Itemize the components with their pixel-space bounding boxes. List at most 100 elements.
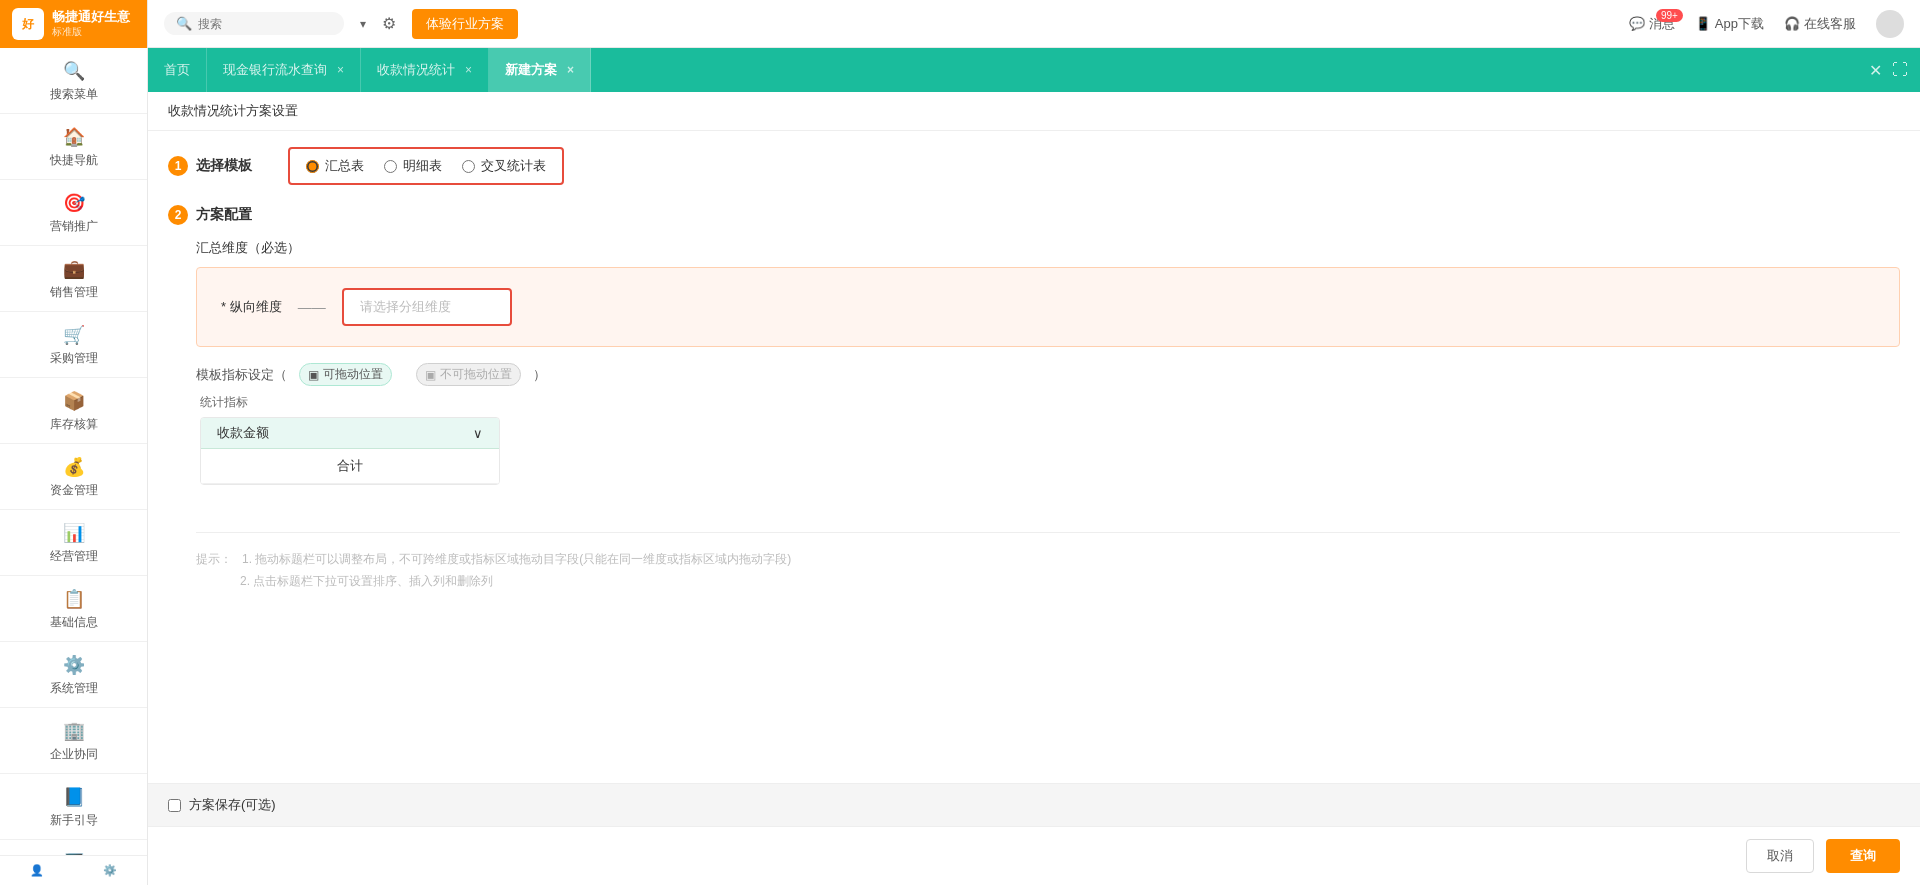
message-badge: 99+ [1656, 9, 1683, 22]
sidebar-nav: 🔍 搜索菜单 🏠 快捷导航 🎯 营销推广 💼 销售管理 🛒 采购管理 📦 库存核… [0, 48, 147, 855]
metrics-header-label: 收款金额 [217, 424, 269, 442]
tips-content-2: 2. 点击标题栏下拉可设置排序、插入列和删除列 [240, 574, 493, 588]
metrics-total-row: 合计 [201, 449, 499, 484]
sidebar-label-search: 搜索菜单 [50, 86, 98, 103]
sidebar-label-home: 快捷导航 [50, 152, 98, 169]
sidebar: 好 畅捷通好生意 标准版 🔍 搜索菜单 🏠 快捷导航 🎯 营销推广 💼 销售管理… [0, 0, 148, 885]
sidebar-item-sales[interactable]: 💼 销售管理 [0, 246, 147, 312]
tips-line2: 2. 点击标题栏下拉可设置排序、插入列和删除列 [240, 571, 1900, 593]
tab-new-plan-close[interactable]: × [567, 63, 574, 77]
sidebar-logo: 好 畅捷通好生意 标准版 [0, 0, 147, 48]
tips-prefix: 提示： [196, 552, 239, 566]
dropdown-arrow-icon[interactable]: ▾ [360, 17, 366, 31]
tab-home[interactable]: 首页 [148, 48, 207, 92]
service-icon: 🎧 [1784, 16, 1800, 31]
tab-collection-stats[interactable]: 收款情况统计 × [361, 48, 489, 92]
query-button[interactable]: 查询 [1826, 839, 1900, 873]
logo-text-block: 畅捷通好生意 标准版 [52, 9, 130, 39]
sidebar-item-system[interactable]: ⚙️ 系统管理 [0, 642, 147, 708]
form-area: 1 选择模板 汇总表 明细表 交叉统计表 [148, 131, 1920, 783]
non-draggable-tag-label: 不可拖动位置 [440, 366, 512, 383]
topbar-online-service[interactable]: 🎧 在线客服 [1784, 15, 1856, 33]
gear-icon[interactable]: ⚙ [382, 14, 396, 33]
radio-cross-label: 交叉统计表 [481, 157, 546, 175]
sidebar-item-home[interactable]: 🏠 快捷导航 [0, 114, 147, 180]
home-icon: 🏠 [63, 126, 85, 148]
sidebar-item-operations[interactable]: 📊 经营管理 [0, 510, 147, 576]
sidebar-label-basics: 基础信息 [50, 614, 98, 631]
metrics-config-label: 模板指标设定（ [196, 366, 287, 384]
settings-footer-icon: ⚙️ [103, 864, 117, 877]
system-icon: ⚙️ [63, 654, 85, 676]
sidebar-label-inventory: 库存核算 [50, 416, 98, 433]
non-draggable-tag: ▣ 不可拖动位置 [416, 363, 521, 386]
online-service-label: 在线客服 [1804, 15, 1856, 33]
radio-summary-input[interactable] [306, 160, 319, 173]
section2-header: 2 方案配置 [168, 205, 1900, 225]
tab-collection-stats-close[interactable]: × [465, 63, 472, 77]
metrics-table: 收款金额 ∨ 合计 [200, 417, 500, 485]
dimension-select-box[interactable]: 请选择分组维度 [342, 288, 512, 326]
tab-new-plan-label: 新建方案 [505, 61, 557, 79]
purchase-icon: 🛒 [63, 324, 85, 346]
save-section: 方案保存(可选) [148, 783, 1920, 826]
tabbar: 首页 现金银行流水查询 × 收款情况统计 × 新建方案 × ✕ ⛶ [148, 48, 1920, 92]
section1-number: 1 [168, 156, 188, 176]
sales-icon: 💼 [63, 258, 85, 280]
main-area: 🔍 ▾ ⚙ 体验行业方案 💬 消息 99+ 📱 App下载 🎧 在线客服 [148, 0, 1920, 885]
tips-divider [196, 532, 1900, 533]
sidebar-footer-settings[interactable]: ⚙️ [103, 864, 117, 877]
topbar-message[interactable]: 💬 消息 99+ [1629, 15, 1675, 33]
radio-detail[interactable]: 明细表 [384, 157, 442, 175]
sidebar-item-marketing[interactable]: 🎯 营销推广 [0, 180, 147, 246]
sidebar-item-purchase[interactable]: 🛒 采购管理 [0, 312, 147, 378]
logo-name: 畅捷通好生意 [52, 9, 130, 25]
radio-cross-input[interactable] [462, 160, 475, 173]
guide-icon: 📘 [63, 786, 85, 808]
metrics-table-container: 统计指标 收款金额 ∨ 合计 [196, 394, 1900, 488]
tab-cash-bank-label: 现金银行流水查询 [223, 61, 327, 79]
sidebar-item-inventory[interactable]: 📦 库存核算 [0, 378, 147, 444]
tips-line1: 提示： 1. 拖动标题栏可以调整布局，不可跨维度或指标区域拖动目字段(只能在同一… [196, 549, 1900, 571]
sidebar-label-operations: 经营管理 [50, 548, 98, 565]
sidebar-item-search[interactable]: 🔍 搜索菜单 [0, 48, 147, 114]
tips-content-1: 1. 拖动标题栏可以调整布局，不可跨维度或指标区域拖动目字段(只能在同一维度或指… [242, 552, 791, 566]
metrics-config-suffix: ） [533, 366, 546, 384]
radio-cross[interactable]: 交叉统计表 [462, 157, 546, 175]
sidebar-item-guide[interactable]: 📘 新手引导 [0, 774, 147, 840]
vertical-dimension-label: * 纵向维度 [221, 298, 282, 316]
search-input[interactable] [198, 17, 328, 31]
draggable-tag-label: 可拖动位置 [323, 366, 383, 383]
topbar-right: 💬 消息 99+ 📱 App下载 🎧 在线客服 [1629, 10, 1904, 38]
maximize-icon[interactable]: ⛶ [1892, 61, 1908, 79]
cancel-button[interactable]: 取消 [1746, 839, 1814, 873]
metrics-label-row: 模板指标设定（ ▣ 可拖动位置 ▣ 不可拖动位置 ） [196, 363, 1900, 386]
topbar-search-box[interactable]: 🔍 [164, 12, 344, 35]
sidebar-item-basics[interactable]: 📋 基础信息 [0, 576, 147, 642]
content-area: 收款情况统计方案设置 1 选择模板 汇总表 明细表 [148, 92, 1920, 885]
sidebar-footer-user[interactable]: 👤 [30, 864, 44, 877]
corp-icon: 🏢 [63, 720, 85, 742]
message-icon: 💬 [1629, 16, 1645, 31]
sidebar-item-corp[interactable]: 🏢 企业协同 [0, 708, 147, 774]
sidebar-label-marketing: 营销推广 [50, 218, 98, 235]
draggable-tag: ▣ 可拖动位置 [299, 363, 392, 386]
tab-new-plan[interactable]: 新建方案 × [489, 48, 591, 92]
radio-summary[interactable]: 汇总表 [306, 157, 364, 175]
tab-home-label: 首页 [164, 61, 190, 79]
user-avatar[interactable] [1876, 10, 1904, 38]
industry-solution-button[interactable]: 体验行业方案 [412, 9, 518, 39]
close-window-icon[interactable]: ✕ [1869, 61, 1882, 80]
tabbar-right-controls: ✕ ⛶ [1857, 48, 1920, 92]
sidebar-label-sales: 销售管理 [50, 284, 98, 301]
tab-cash-bank-close[interactable]: × [337, 63, 344, 77]
tab-cash-bank[interactable]: 现金银行流水查询 × [207, 48, 361, 92]
topbar-app-download[interactable]: 📱 App下载 [1695, 15, 1764, 33]
radio-detail-input[interactable] [384, 160, 397, 173]
sidebar-item-finance[interactable]: 💰 资金管理 [0, 444, 147, 510]
sidebar-item-hardware[interactable]: 🖥️ 智能硬件 [0, 840, 147, 855]
metrics-dropdown-icon[interactable]: ∨ [473, 426, 483, 441]
metrics-table-header: 收款金额 ∨ [201, 418, 499, 449]
save-checkbox[interactable] [168, 799, 181, 812]
tab-collection-stats-label: 收款情况统计 [377, 61, 455, 79]
